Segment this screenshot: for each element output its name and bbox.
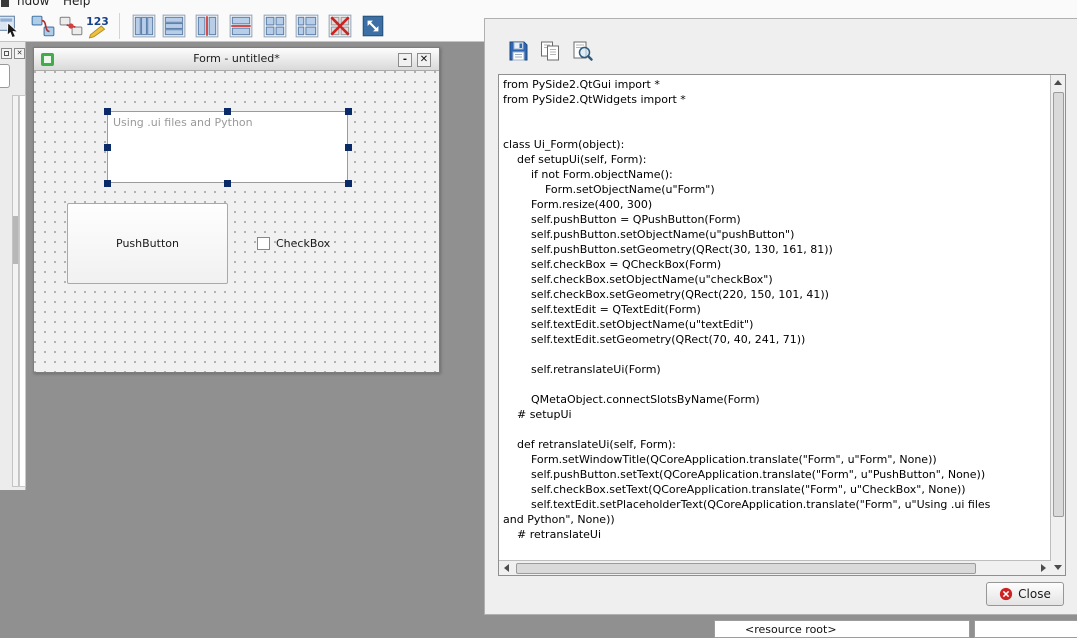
selection-handle-top-left[interactable] <box>104 108 111 115</box>
menu-window[interactable]: ndow <box>17 0 49 8</box>
copy-icon <box>538 39 562 63</box>
checkbox-indicator[interactable] <box>257 237 270 250</box>
edit-tab-order-button[interactable]: 123 <box>84 13 110 39</box>
scroll-up-arrow[interactable] <box>1051 75 1065 90</box>
close-button[interactable]: Close <box>986 582 1064 606</box>
edit-buddies-icon <box>58 13 84 39</box>
code-area: from PySide2.QtGui import * from PySide2… <box>498 74 1066 576</box>
layout-horizontally-splitter-icon <box>194 13 220 39</box>
resource-tree-fragment: <resource root> <box>714 620 970 638</box>
edit-signals-slots-icon <box>30 13 56 39</box>
horizontal-scrollbar-thumb[interactable] <box>516 563 976 574</box>
widget-filter-input-fragment[interactable] <box>0 64 10 88</box>
edit-buddies-button[interactable] <box>58 13 84 39</box>
layout-form-button[interactable] <box>294 13 320 39</box>
qt-designer-screen: ndow Help <box>0 0 1077 638</box>
edit-widgets-icon <box>0 13 22 39</box>
layout-grid-icon <box>262 13 288 39</box>
layout-vertically-splitter-button[interactable] <box>228 13 254 39</box>
close-button-label: Close <box>1018 587 1051 601</box>
textedit-widget[interactable]: Using .ui files and Python <box>107 111 348 183</box>
resource-panel-fragment <box>974 620 1077 638</box>
layout-horizontally-button[interactable] <box>131 13 157 39</box>
scroll-left-arrow[interactable] <box>499 561 514 575</box>
widget-box-dock-fragment: ✕ <box>0 42 26 490</box>
save-icon <box>506 39 530 63</box>
right-triangle-icon <box>1041 564 1046 572</box>
form-close-button[interactable]: ✕ <box>417 53 431 67</box>
menu-help[interactable]: Help <box>63 0 90 8</box>
checkbox-widget[interactable]: CheckBox <box>257 223 358 264</box>
widget-list-fragment <box>19 95 26 487</box>
horizontal-scrollbar[interactable] <box>499 560 1051 575</box>
edit-tab-order-icon: 123 <box>84 13 110 39</box>
selection-handle-bottom-center[interactable] <box>224 180 231 187</box>
code-viewer-dialog: from PySide2.QtGui import * from PySide2… <box>484 18 1077 615</box>
save-button[interactable] <box>506 39 530 63</box>
layout-grid-button[interactable] <box>262 13 288 39</box>
vertical-scrollbar-thumb[interactable] <box>1053 92 1064 517</box>
form-designer-window: Form - untitled* - ✕ Using .ui files and… <box>33 47 440 373</box>
adjust-size-icon <box>360 13 386 39</box>
adjust-size-button[interactable] <box>360 13 386 39</box>
close-icon <box>999 587 1013 601</box>
break-layout-button[interactable] <box>327 13 353 39</box>
scroll-down-arrow[interactable] <box>1051 560 1065 575</box>
dock-scrollbar-thumb[interactable] <box>13 216 18 264</box>
edit-signals-slots-button[interactable] <box>30 13 56 39</box>
left-triangle-icon <box>504 564 509 572</box>
textedit-placeholder: Using .ui files and Python <box>113 116 253 129</box>
svg-text:123: 123 <box>86 15 109 28</box>
form-minimize-button[interactable]: - <box>398 53 412 67</box>
dock-close-button[interactable]: ✕ <box>14 48 25 59</box>
selection-handle-bottom-left[interactable] <box>104 180 111 187</box>
layout-vertically-icon <box>161 13 187 39</box>
dock-scrollbar[interactable] <box>12 95 19 487</box>
form-window-titlebar[interactable]: Form - untitled* - ✕ <box>34 48 439 71</box>
selection-handle-mid-left[interactable] <box>104 144 111 151</box>
checkbox-label: CheckBox <box>276 237 330 250</box>
layout-horizontally-splitter-button[interactable] <box>194 13 220 39</box>
down-triangle-icon <box>1054 565 1062 570</box>
dock-float-button[interactable] <box>1 48 12 59</box>
form-canvas[interactable]: Using .ui files and Python PushButton Ch… <box>34 71 439 372</box>
pushbutton-label: PushButton <box>116 237 179 250</box>
pushbutton-widget[interactable]: PushButton <box>67 203 228 284</box>
break-layout-icon <box>327 13 353 39</box>
copy-button[interactable] <box>538 39 562 63</box>
vertical-scrollbar[interactable] <box>1050 75 1065 575</box>
selection-handle-mid-right[interactable] <box>345 144 352 151</box>
find-icon <box>570 39 594 63</box>
code-text[interactable]: from PySide2.QtGui import * from PySide2… <box>499 75 1051 561</box>
up-triangle-icon <box>1054 80 1062 85</box>
menubar-clipped: ndow Help <box>0 0 480 8</box>
layout-horizontally-icon <box>131 13 157 39</box>
float-icon <box>4 51 9 56</box>
selection-handle-top-right[interactable] <box>345 108 352 115</box>
menu-fragment-icon <box>1 0 9 7</box>
form-window-title: Form - untitled* <box>34 52 439 65</box>
edit-widgets-button[interactable] <box>0 13 22 39</box>
selection-handle-top-center[interactable] <box>224 108 231 115</box>
layout-vertically-splitter-icon <box>228 13 254 39</box>
layout-form-icon <box>294 13 320 39</box>
resource-root-item[interactable]: <resource root> <box>745 623 837 636</box>
selection-handle-bottom-right[interactable] <box>345 180 352 187</box>
toolbar-separator <box>119 13 120 39</box>
find-button[interactable] <box>570 39 594 63</box>
layout-vertically-button[interactable] <box>161 13 187 39</box>
scroll-right-arrow[interactable] <box>1036 561 1051 575</box>
